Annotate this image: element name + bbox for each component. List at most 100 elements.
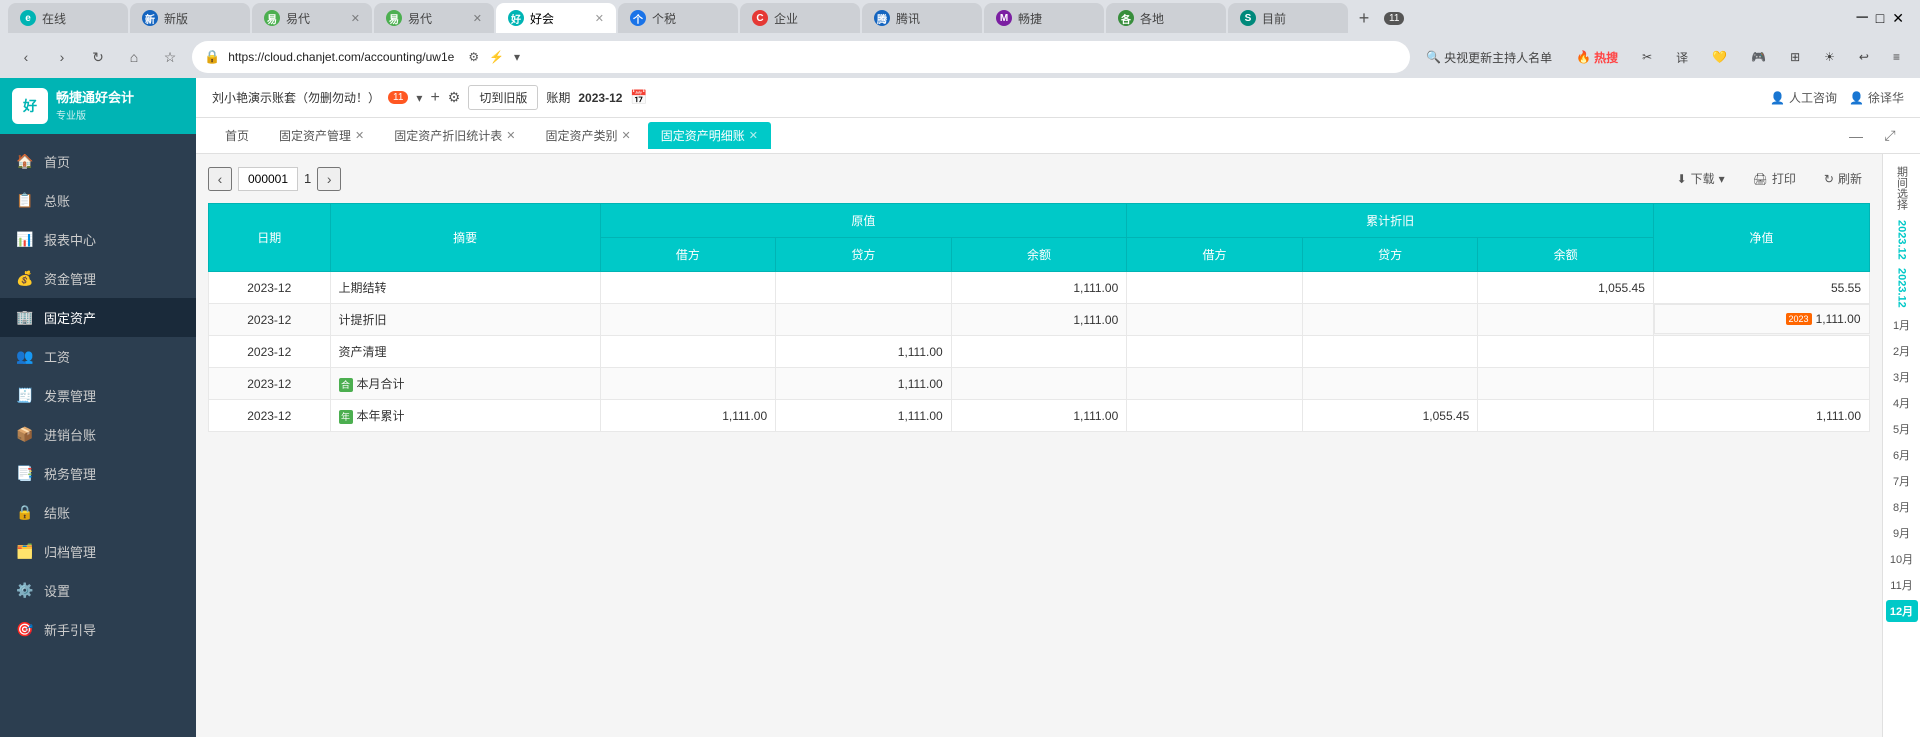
grid-btn[interactable]: ⊞ [1782,47,1808,67]
sidebar-item-fixed-assets[interactable]: 🏢 固定资产 [0,298,196,337]
month-11[interactable]: 11月 [1886,574,1918,596]
download-btn[interactable]: ⬇ 下载 ▾ [1669,166,1733,191]
settings-icon-addr[interactable]: ⚙ [468,50,479,64]
month-2[interactable]: 2月 [1886,340,1918,362]
back-button[interactable]: ‹ [12,43,40,71]
address-bar[interactable]: 🔒 https://cloud.chanjet.com/accounting/u… [192,41,1410,73]
month-1[interactable]: 1月 [1886,314,1918,336]
close-tab-detail[interactable]: ✕ [749,129,758,142]
new-tab-button[interactable]: + [1350,4,1378,32]
tab-close-haokuai[interactable]: ✕ [595,12,604,25]
sidebar-item-ledger[interactable]: 📋 总账 [0,181,196,220]
tab-fixed-asset-depreciation[interactable]: 固定资产折旧统计表 ✕ [381,122,528,149]
sidebar-item-invoice[interactable]: 🧾 发票管理 [0,376,196,415]
calendar-icon[interactable]: 📅 [630,89,647,106]
sidebar-item-purchase-sales[interactable]: 📦 进销台账 [0,415,196,454]
month-4[interactable]: 4月 [1886,392,1918,414]
sidebar-item-tax[interactable]: 📑 税务管理 [0,454,196,493]
th-dep-balance: 余额 [1478,238,1654,272]
tab-fixed-asset-detail[interactable]: 固定资产明细账 ✕ [648,122,771,149]
browser-tab-qiye[interactable]: C 企业 [740,3,860,33]
user-account-name: 刘小艳演示账套（勿删勿动！） [212,89,380,106]
tab-label-geshui: 个税 [652,10,676,27]
sidebar-item-funds[interactable]: 💰 资金管理 [0,259,196,298]
account-number-input[interactable] [238,167,298,191]
close-btn[interactable]: ✕ [1892,10,1904,27]
cell-date-2: 2023-12 [209,336,331,368]
ai-consult-btn[interactable]: 👤 人工咨询 [1770,89,1837,106]
close-tab-fixed-asset-mgmt[interactable]: ✕ [355,129,364,142]
browser-tab-tengxun[interactable]: 腾 腾讯 [862,3,982,33]
sidebar-item-settings[interactable]: ⚙️ 设置 [0,571,196,610]
scissors-btn[interactable]: ✂ [1634,47,1660,67]
sidebar-item-home[interactable]: 🏠 首页 [0,142,196,181]
switch-version-btn[interactable]: 切到旧版 [468,85,538,110]
refresh-button[interactable]: ↻ [84,43,112,71]
theme-btn[interactable]: ☀ [1816,47,1843,67]
user-profile-btn[interactable]: 👤 徐译华 [1849,89,1904,106]
tab-fixed-asset-category[interactable]: 固定资产类别 ✕ [532,122,643,149]
sidebar-item-payroll[interactable]: 👥 工资 [0,337,196,376]
logo-icon: 好 [23,96,37,116]
extra-tab-count: 11 [1384,12,1404,25]
month-8[interactable]: 8月 [1886,496,1918,518]
fixed-assets-icon: 🏢 [16,309,34,327]
archive-icon: 🗂️ [16,543,34,561]
expand-btn[interactable]: ⤢ [1876,122,1904,150]
browser-tab-yidai1[interactable]: 易 易代 ✕ [252,3,372,33]
sidebar-item-reports[interactable]: 📊 报表中心 [0,220,196,259]
translate-btn[interactable]: 译 [1668,46,1696,69]
browser-tab-haokuai[interactable]: 好 好会 ✕ [496,3,616,33]
tab-fixed-asset-mgmt[interactable]: 固定资产管理 ✕ [266,122,377,149]
bookmark-button[interactable]: ☆ [156,43,184,71]
add-account-btn[interactable]: + [430,89,439,107]
history-btn[interactable]: ↩ [1851,47,1877,67]
settings-top-btn[interactable]: ⚙ [448,89,461,106]
th-date: 日期 [209,204,331,272]
sidebar-item-closing[interactable]: 🔒 结账 [0,493,196,532]
home-button[interactable]: ⌂ [120,43,148,71]
minimize-btn[interactable]: ─ [1856,9,1867,27]
refresh-btn[interactable]: ↻ 刷新 [1816,166,1870,191]
sidebar-label-reports: 报表中心 [44,230,96,249]
search-button[interactable]: 🔍 央视更新主持人名单 [1418,46,1560,69]
dropdown-icon-addr[interactable]: ▾ [514,50,520,64]
month-9[interactable]: 9月 [1886,522,1918,544]
month-10[interactable]: 10月 [1886,548,1918,570]
prev-page-btn[interactable]: ‹ [208,167,232,191]
sidebar-item-archive[interactable]: 🗂️ 归档管理 [0,532,196,571]
browser-tab-changjie[interactable]: M 畅捷 [984,3,1104,33]
month-12[interactable]: 12月 [1886,600,1918,622]
dropdown-arrow[interactable]: ▾ [416,91,422,105]
month-5[interactable]: 5月 [1886,418,1918,440]
tab-home[interactable]: 首页 [212,122,262,149]
sidebar-label-payroll: 工资 [44,347,70,366]
wallet-btn[interactable]: 💛 [1704,47,1735,67]
browser-tab-muqian[interactable]: S 目前 [1228,3,1348,33]
year-badge: 2023 [1786,313,1812,325]
maximize-btn[interactable]: □ [1876,10,1884,26]
browser-tab-new[interactable]: 新 新版 [130,3,250,33]
game-btn[interactable]: 🎮 [1743,47,1774,67]
tab-close-yidai2[interactable]: ✕ [473,12,482,25]
browser-tab-geshui[interactable]: 个 个税 [618,3,738,33]
close-tab-depreciation[interactable]: ✕ [506,129,515,142]
table-row: 2023-12 年本年累计 1,111.00 1,111.00 1,111.00… [209,400,1870,432]
sidebar-item-guide[interactable]: 🎯 新手引导 [0,610,196,649]
month-7[interactable]: 7月 [1886,470,1918,492]
tab-close-yidai1[interactable]: ✕ [351,12,360,25]
print-btn[interactable]: 🖨 打印 [1745,166,1804,191]
next-page-btn[interactable]: › [317,167,341,191]
lightning-icon[interactable]: ⚡ [489,50,504,64]
hot-search-button[interactable]: 🔥 热搜 [1568,46,1626,69]
month-6[interactable]: 6月 [1886,444,1918,466]
restore-btn[interactable]: — [1842,122,1870,150]
menu-btn[interactable]: ≡ [1885,47,1908,67]
tab-favicon-gedi: 各 [1118,10,1134,26]
browser-tab-online[interactable]: e 在线 [8,3,128,33]
month-3[interactable]: 3月 [1886,366,1918,388]
browser-tab-gedi[interactable]: 各 各地 [1106,3,1226,33]
browser-tab-yidai2[interactable]: 易 易代 ✕ [374,3,494,33]
close-tab-category[interactable]: ✕ [622,129,631,142]
forward-button[interactable]: › [48,43,76,71]
